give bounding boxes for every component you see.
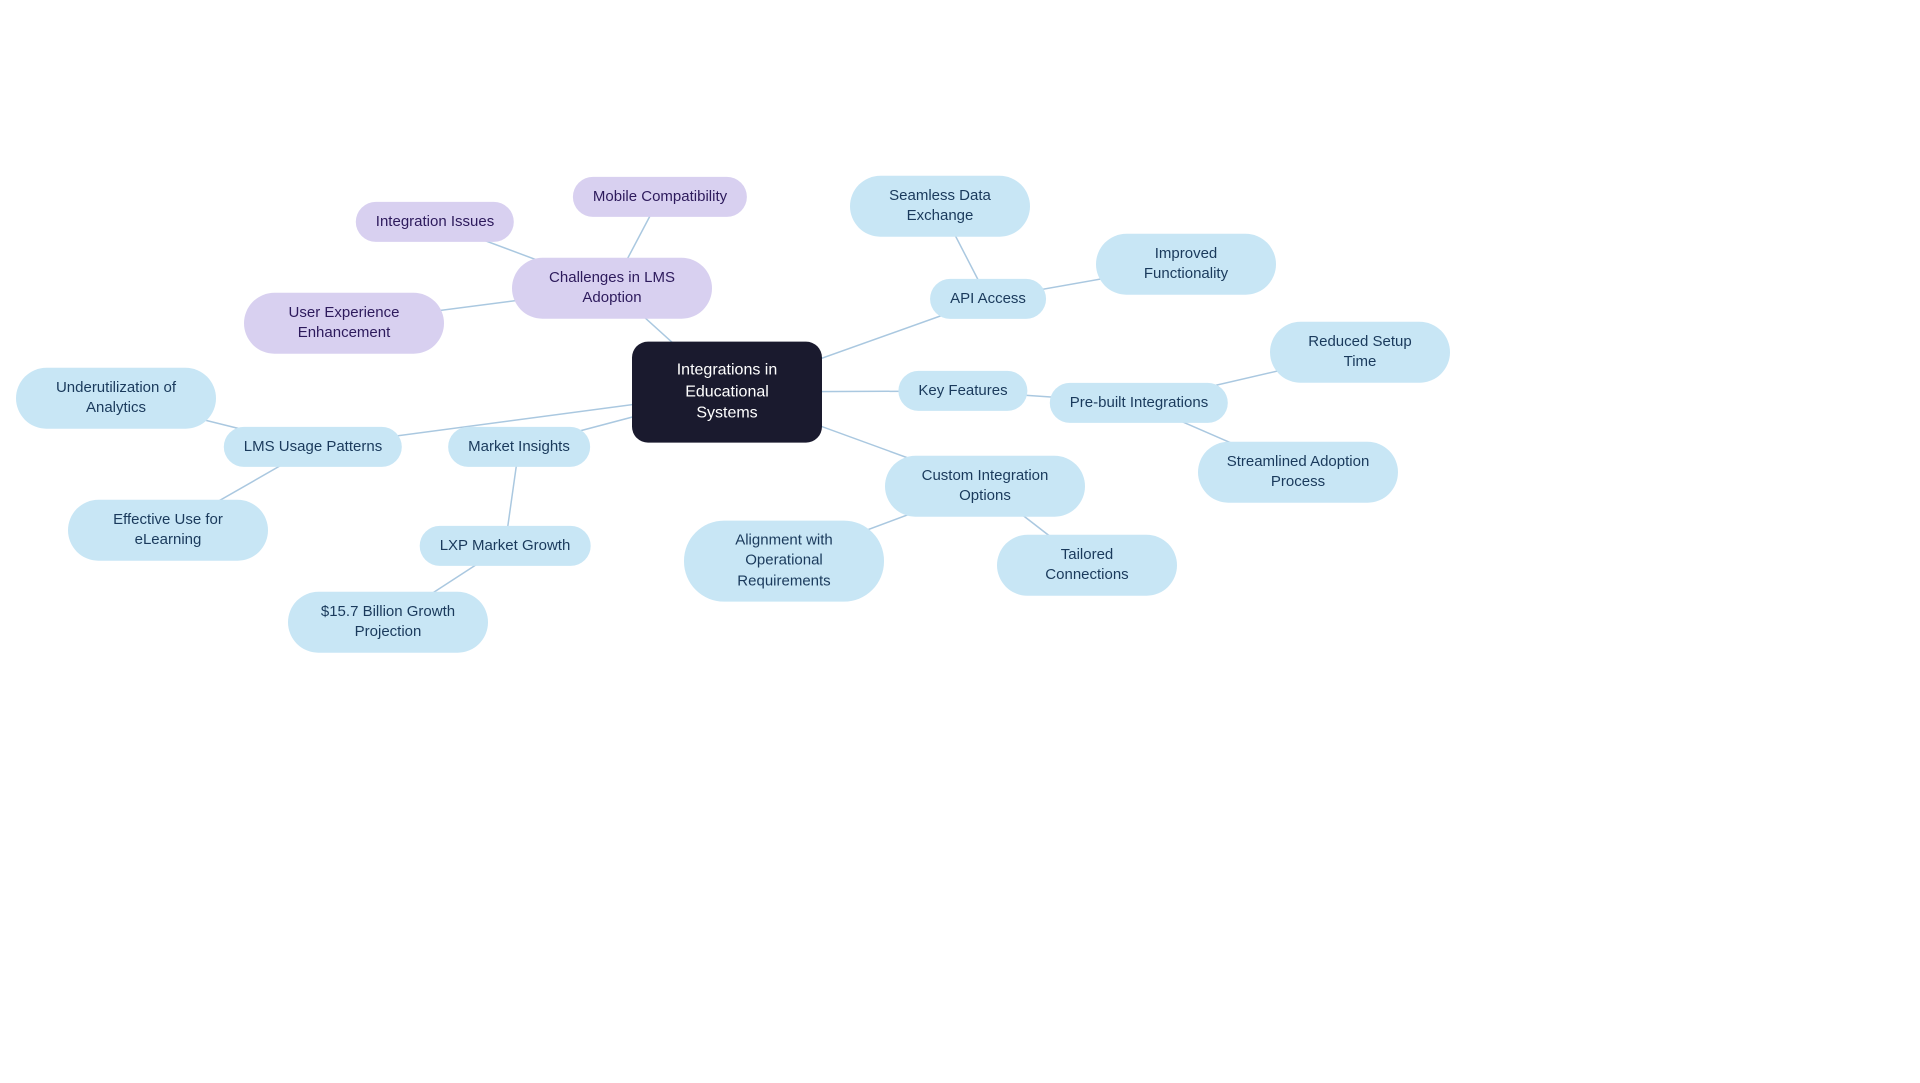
connection-lines: [0, 0, 1920, 1083]
center-node: Integrations in Educational Systems: [632, 342, 822, 443]
node-key-features: Key Features: [898, 371, 1027, 411]
node-reduced-setup: Reduced Setup Time: [1270, 322, 1450, 383]
node-lxp-growth: LXP Market Growth: [420, 526, 591, 566]
node-integration-issues: Integration Issues: [356, 202, 514, 242]
node-seamless-data: Seamless Data Exchange: [850, 176, 1030, 237]
node-challenges-lms: Challenges in LMS Adoption: [512, 258, 712, 319]
node-tailored: Tailored Connections: [997, 535, 1177, 596]
mindmap-container: Integrations in Educational Systems Mobil…: [0, 0, 1920, 1083]
node-api-access: API Access: [930, 279, 1046, 319]
node-effective-use: Effective Use for eLearning: [68, 500, 268, 561]
node-improved-func: Improved Functionality: [1096, 234, 1276, 295]
node-underutil: Underutilization of Analytics: [16, 368, 216, 429]
node-prebuilt: Pre-built Integrations: [1050, 383, 1228, 423]
node-custom-int: Custom Integration Options: [885, 456, 1085, 517]
node-lms-usage: LMS Usage Patterns: [224, 427, 402, 467]
node-mobile-compat: Mobile Compatibility: [573, 177, 747, 217]
node-market-insights: Market Insights: [448, 427, 590, 467]
node-alignment: Alignment with Operational Requirements: [684, 521, 884, 602]
node-growth-proj: $15.7 Billion Growth Projection: [288, 592, 488, 653]
node-streamlined: Streamlined Adoption Process: [1198, 442, 1398, 503]
node-user-exp: User Experience Enhancement: [244, 293, 444, 354]
